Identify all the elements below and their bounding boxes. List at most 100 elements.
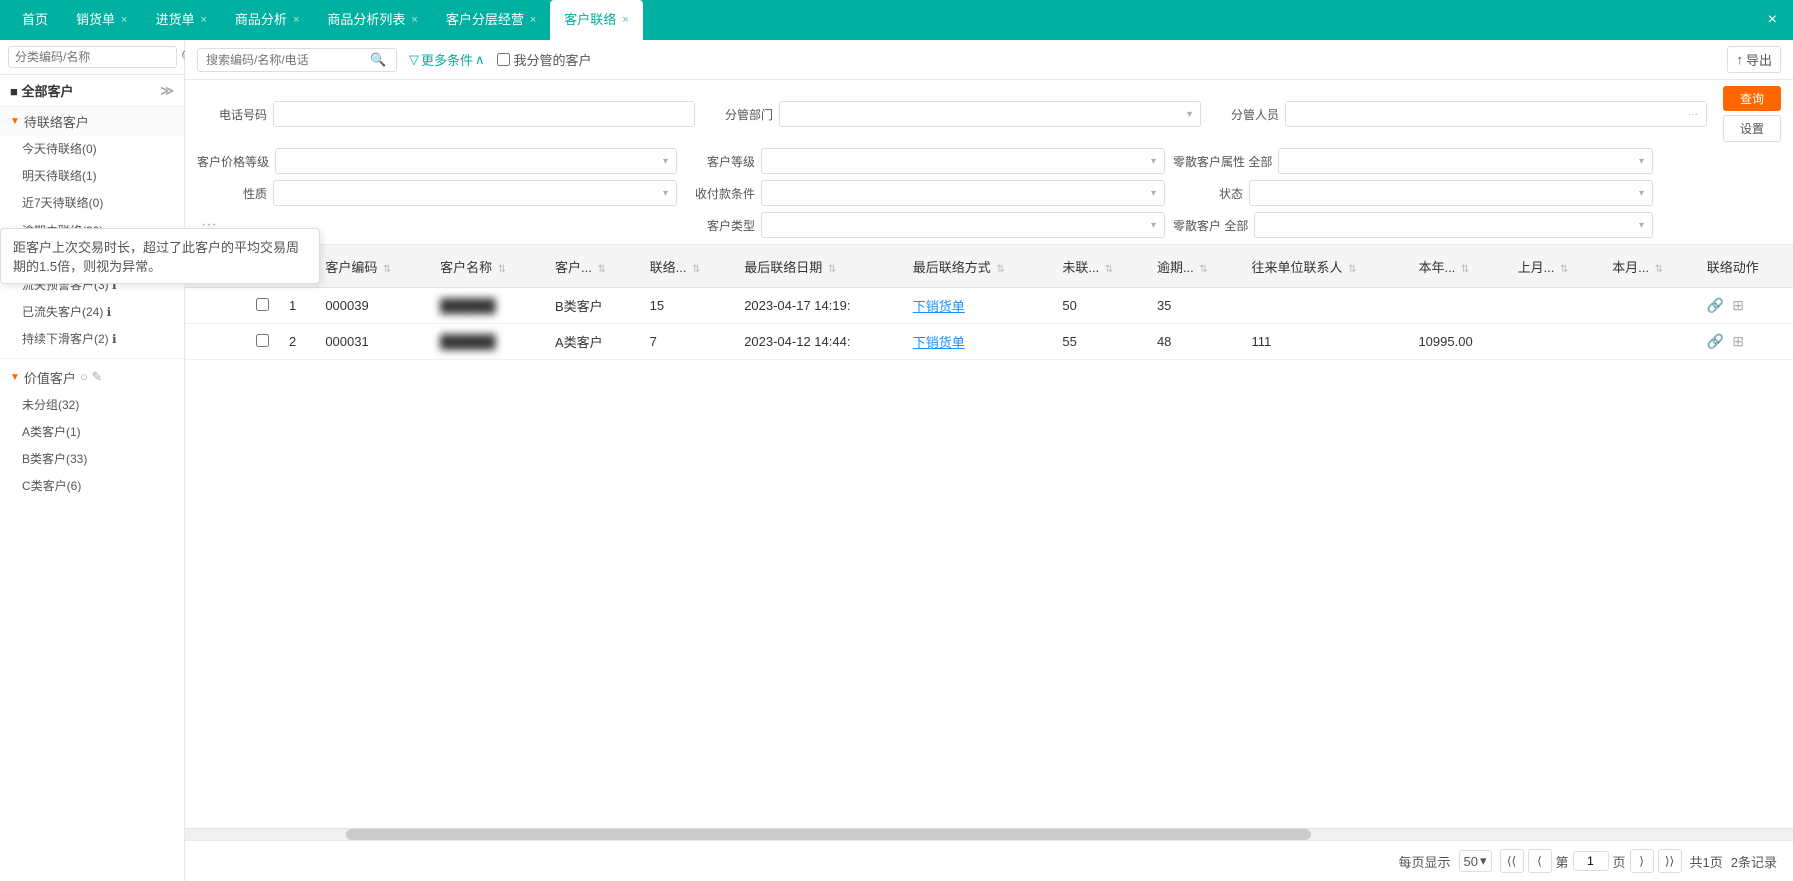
- chevron-down-icon9: ▾: [1151, 220, 1156, 231]
- row-last-contact-method[interactable]: 下销货单: [903, 288, 1053, 324]
- sidebar-b-class[interactable]: B类客户(33): [0, 446, 184, 473]
- first-page-btn[interactable]: ⟨⟨: [1500, 849, 1524, 873]
- price-grade-select[interactable]: ▾: [275, 148, 677, 174]
- close-purchase-tab[interactable]: ×: [200, 0, 206, 40]
- query-button[interactable]: 查询: [1723, 86, 1781, 111]
- close-product-analysis-tab[interactable]: ×: [293, 0, 299, 40]
- filter-phone: 电话号码: [197, 101, 695, 127]
- payment-select[interactable]: ▾: [761, 180, 1165, 206]
- retail-attr-select[interactable]: ▾: [1278, 148, 1653, 174]
- row-contact-count: 15: [640, 288, 735, 324]
- row-current-month: [1602, 288, 1697, 324]
- last-page-btn[interactable]: ⟩⟩: [1658, 849, 1682, 873]
- scroll-thumb[interactable]: [346, 829, 1311, 840]
- window-close-button[interactable]: ×: [1760, 11, 1785, 29]
- nav-product-analysis[interactable]: 商品分析 ×: [221, 0, 313, 40]
- pending-contact-title[interactable]: ▼ 待联络客户: [0, 107, 184, 136]
- manager-select[interactable]: ···: [1285, 101, 1707, 127]
- phone-input[interactable]: [273, 101, 695, 127]
- last-month-col-header[interactable]: 上月... ⇅: [1508, 245, 1603, 288]
- nav-customer-contact[interactable]: 客户联络 ×: [550, 0, 642, 40]
- sort-icon-overdue: ⇅: [1199, 264, 1207, 275]
- settings-button[interactable]: 设置: [1723, 115, 1781, 142]
- row-customer-code: 000039: [315, 288, 430, 324]
- nav-customer-layer[interactable]: 客户分层经营 ×: [432, 0, 550, 40]
- retail-customer-select[interactable]: ▾: [1254, 212, 1653, 238]
- my-customers-checkbox[interactable]: [497, 53, 510, 66]
- total-pages-label: 共1页: [1690, 852, 1723, 871]
- dept-select[interactable]: ▾: [779, 101, 1201, 127]
- sidebar-today-contact[interactable]: 今天待联络(0): [0, 136, 184, 163]
- next-page-btn[interactable]: ⟩: [1630, 849, 1654, 873]
- page-size-select[interactable]: 50 ▾: [1459, 850, 1492, 872]
- action-link-icon[interactable]: 🔗: [1707, 333, 1724, 350]
- main-search-icon[interactable]: 🔍: [370, 52, 386, 68]
- content-area: 🔍 ▽ 更多条件 ∧ 我分管的客户 ↑ 导出 电话号码: [185, 40, 1793, 881]
- customer-grade-select[interactable]: ▾: [761, 148, 1165, 174]
- more-conditions-btn[interactable]: ▽ 更多条件 ∧: [405, 50, 489, 69]
- sidebar-lost-customers[interactable]: 已流失客户(24) ℹ: [0, 299, 184, 326]
- customers-table: ⚙ 客户编码 ⇅ 客户名称 ⇅ 客户... ⇅ 联络... ⇅ 最后联络日期 ⇅…: [185, 245, 1793, 360]
- sidebar-a-class[interactable]: A类客户(1): [0, 419, 184, 446]
- customer-type-select[interactable]: ▾: [761, 212, 1165, 238]
- chevron-down-icon7: ▾: [1151, 188, 1156, 199]
- nav-product-list[interactable]: 商品分析列表 ×: [313, 0, 431, 40]
- collapse-sidebar-btn[interactable]: ≫: [160, 83, 174, 99]
- row-last-contact-date: 2023-04-17 14:19:: [734, 288, 903, 324]
- sidebar-tomorrow-contact[interactable]: 明天待联络(1): [0, 163, 184, 190]
- overdue-col-header[interactable]: 逾期... ⇅: [1147, 245, 1242, 288]
- close-customer-contact-tab[interactable]: ×: [622, 0, 628, 40]
- action-link-icon[interactable]: 🔗: [1707, 297, 1724, 314]
- horizontal-scrollbar[interactable]: [185, 828, 1793, 840]
- row-unit-contact: 111: [1242, 324, 1409, 360]
- row-last-contact-method[interactable]: 下销货单: [903, 324, 1053, 360]
- status-select[interactable]: ▾: [1249, 180, 1653, 206]
- nature-select[interactable]: ▾: [273, 180, 677, 206]
- sidebar-c-class[interactable]: C类客户(6): [0, 473, 184, 500]
- sort-icon-notcontact: ⇅: [1105, 264, 1113, 275]
- current-year-col-header[interactable]: 本年... ⇅: [1408, 245, 1507, 288]
- sidebar-week-contact[interactable]: 近7天待联络(0): [0, 190, 184, 217]
- nav-home[interactable]: 首页: [8, 0, 62, 40]
- last-contact-method-col-header[interactable]: 最后联络方式 ⇅: [903, 245, 1053, 288]
- action-grid-icon[interactable]: ⊞: [1732, 297, 1744, 314]
- edit-value-group-icon[interactable]: ○ ✎: [80, 369, 102, 385]
- export-button[interactable]: ↑ 导出: [1727, 46, 1781, 73]
- customer-type-col-header[interactable]: 客户... ⇅: [545, 245, 640, 288]
- nav-sales[interactable]: 销货单 ×: [62, 0, 141, 40]
- row-checkbox-0[interactable]: [256, 298, 269, 311]
- main-search-input[interactable]: [206, 53, 366, 67]
- sidebar-ungroup[interactable]: 未分组(32): [0, 392, 184, 419]
- prev-page-btn[interactable]: ⟨: [1528, 849, 1552, 873]
- close-sales-tab[interactable]: ×: [121, 0, 127, 40]
- close-product-list-tab[interactable]: ×: [411, 0, 417, 40]
- last-contact-date-col-header[interactable]: 最后联络日期 ⇅: [734, 245, 903, 288]
- close-customer-layer-tab[interactable]: ×: [530, 0, 536, 40]
- row-checkbox-1[interactable]: [256, 334, 269, 347]
- row-last-month: [1508, 324, 1603, 360]
- row-last-month: [1508, 288, 1603, 324]
- arrow-icon-2: ▼: [10, 372, 20, 383]
- current-month-col-header[interactable]: 本月... ⇅: [1602, 245, 1697, 288]
- action-grid-icon[interactable]: ⊞: [1732, 333, 1744, 350]
- not-contact-col-header[interactable]: 未联... ⇅: [1052, 245, 1147, 288]
- row-checkbox-cell: [246, 288, 279, 324]
- row-settings-cell: [185, 324, 246, 360]
- sort-icon-contact: ⇅: [692, 264, 700, 275]
- sidebar-declining-customers[interactable]: 持续下滑客户(2) ℹ: [0, 326, 184, 353]
- row-checkbox-cell: [246, 324, 279, 360]
- chevron-down-icon6: ▾: [663, 188, 668, 199]
- chevron-up-icon: ∧: [475, 52, 485, 68]
- row-not-contact: 50: [1052, 288, 1147, 324]
- page-number-input[interactable]: [1573, 851, 1609, 871]
- contact-col-header[interactable]: 联络... ⇅: [640, 245, 735, 288]
- sidebar-search-input[interactable]: [8, 46, 177, 68]
- value-customer-group-title[interactable]: ▼ 价值客户 ○ ✎: [0, 363, 184, 392]
- unit-contact-col-header[interactable]: 往来单位联系人 ⇅: [1242, 245, 1409, 288]
- customer-code-col-header[interactable]: 客户编码 ⇅: [315, 245, 430, 288]
- filter-retail-customer: 零散客户 全部 ▾: [1173, 212, 1653, 238]
- main-layout: 🔍 ■ 全部客户 ≫ ▼ 待联络客户 今天待联络(0) 明天待联络(1) 近7天…: [0, 40, 1793, 881]
- nav-purchase[interactable]: 进货单 ×: [141, 0, 220, 40]
- all-customers-section[interactable]: ■ 全部客户 ≫: [0, 75, 184, 107]
- customer-name-col-header[interactable]: 客户名称 ⇅: [430, 245, 545, 288]
